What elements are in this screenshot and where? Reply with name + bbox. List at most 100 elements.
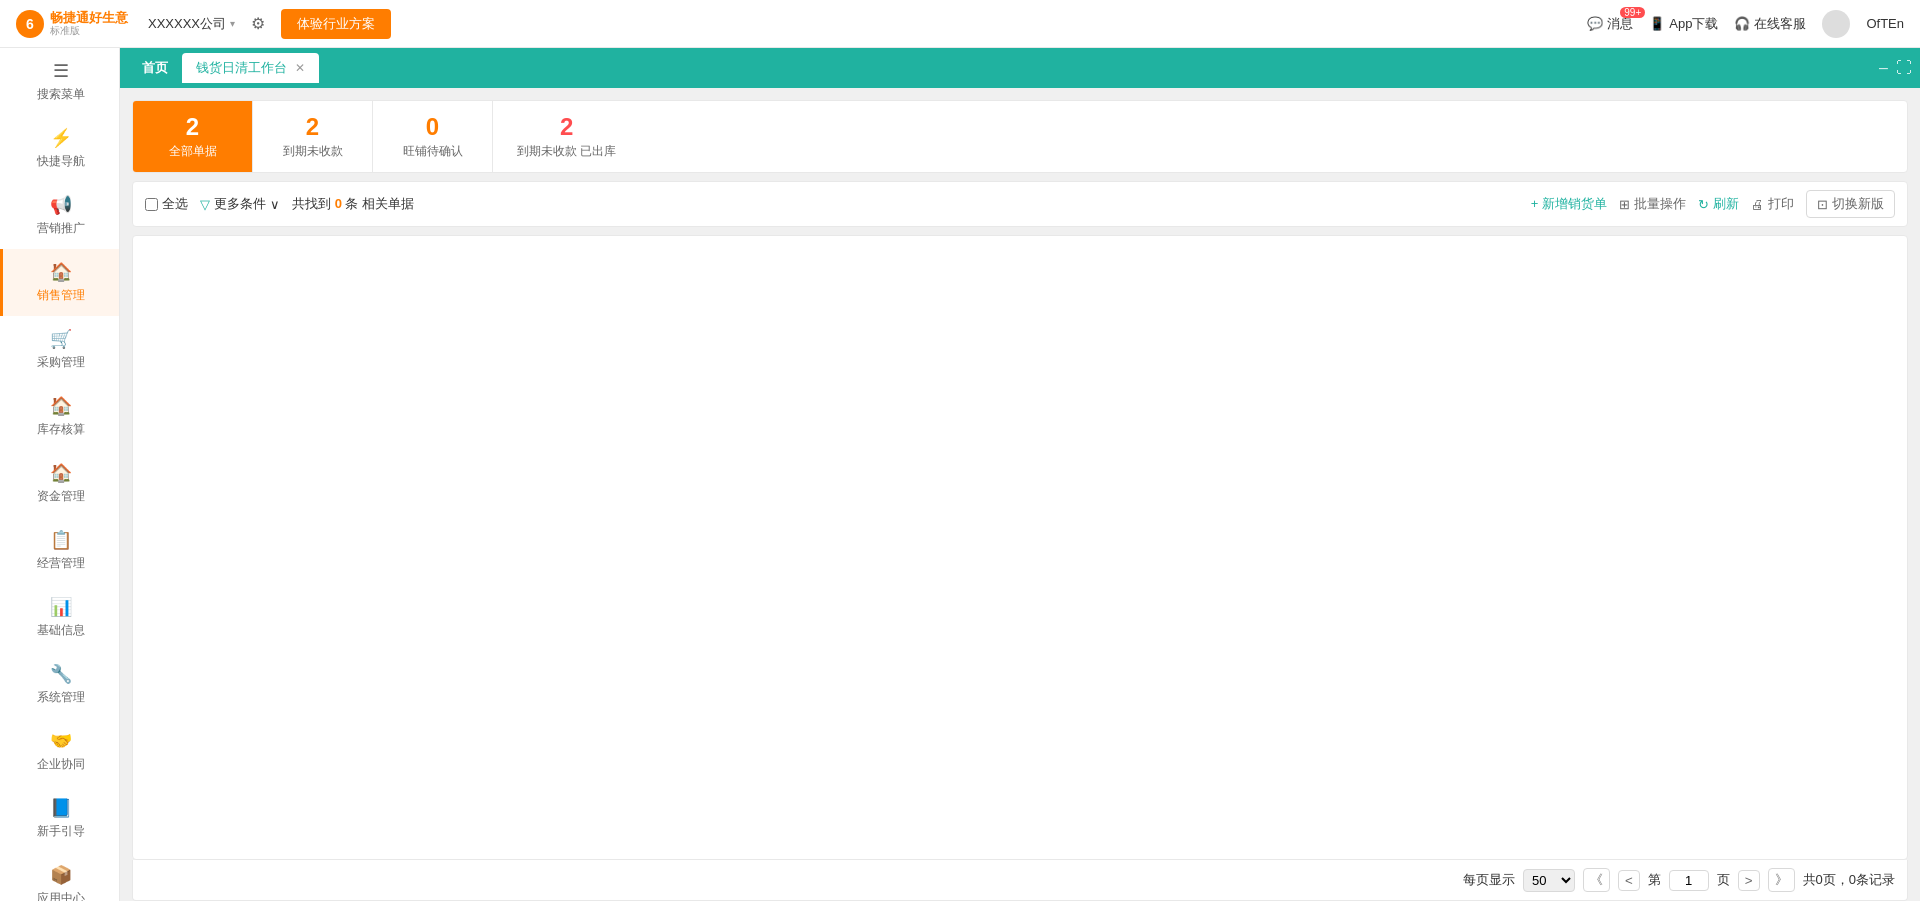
- message-icon: 💬: [1587, 16, 1603, 31]
- tab-actions: – ⛶: [1879, 59, 1912, 77]
- top-header: 6 畅捷通好生意 标准版 XXXXXX公司 ▾ ⚙ 体验行业方案 💬: [0, 0, 1920, 48]
- next-page-button[interactable]: >: [1738, 870, 1760, 891]
- stat-card-wangpu[interactable]: 0 旺铺待确认: [373, 101, 493, 172]
- service-icon: 🎧: [1734, 16, 1750, 31]
- page-total: 共0页，0条记录: [1803, 871, 1895, 889]
- chevron-down-icon: ▾: [230, 18, 235, 29]
- print-button[interactable]: 🖨 打印: [1751, 195, 1794, 213]
- sidebar-item-app-center[interactable]: 📦 应用中心: [0, 852, 119, 901]
- batch-operation-button[interactable]: ⊞ 批量操作: [1619, 195, 1686, 213]
- switch-icon: ⊡: [1817, 197, 1828, 212]
- brand-text: 畅捷通好生意 标准版: [50, 10, 128, 38]
- tab-close-icon[interactable]: ✕: [295, 61, 305, 75]
- page-number-input[interactable]: [1669, 870, 1709, 891]
- online-service-label: 在线客服: [1754, 15, 1806, 33]
- result-unit: 条: [345, 196, 358, 211]
- filter-label: 更多条件: [214, 195, 266, 213]
- select-all-input[interactable]: [145, 198, 158, 211]
- online-service-button[interactable]: 🎧 在线客服: [1734, 15, 1806, 33]
- stat-number-overdue-out: 2: [560, 113, 573, 141]
- stat-number-wangpu: 0: [426, 113, 439, 141]
- username-label[interactable]: OfTEn: [1866, 16, 1904, 31]
- sidebar-item-basic-info[interactable]: 📊 基础信息: [0, 584, 119, 651]
- result-count: 0: [335, 196, 342, 211]
- sidebar-item-purchase[interactable]: 🛒 采购管理: [0, 316, 119, 383]
- refresh-button[interactable]: ↻ 刷新: [1698, 195, 1739, 213]
- tab-minimize-button[interactable]: –: [1879, 59, 1888, 77]
- app-center-icon: 📦: [50, 864, 72, 886]
- sidebar-item-sales[interactable]: 🏠 销售管理: [0, 249, 119, 316]
- select-all-checkbox[interactable]: 全选: [145, 195, 188, 213]
- pagination: 每页显示 20 50 100 《 < 第 页 > 》 共0页，0条记录: [132, 860, 1908, 901]
- sidebar-item-finance[interactable]: 🏠 资金管理: [0, 450, 119, 517]
- company-name: XXXXXX公司: [148, 15, 226, 33]
- brand-title: 畅捷通好生意: [50, 10, 128, 26]
- content-area: 首页 钱货日清工作台 ✕ – ⛶ 2 全部单据: [120, 48, 1920, 901]
- sidebar-item-label: 搜索菜单: [37, 86, 85, 103]
- sidebar-item-label: 快捷导航: [37, 153, 85, 170]
- sidebar-item-inventory[interactable]: 🏠 库存核算: [0, 383, 119, 450]
- brand: 6 畅捷通好生意 标准版: [16, 10, 136, 38]
- prev-page-button[interactable]: <: [1618, 870, 1640, 891]
- sidebar-item-label: 企业协同: [37, 756, 85, 773]
- tab-home[interactable]: 首页: [128, 53, 182, 83]
- main-body: ☰ 搜索菜单 ⚡ 快捷导航 📢 营销推广 🏠 销售管理 🛒 采购管理 🏠 库: [0, 48, 1920, 901]
- batch-label: 批量操作: [1634, 195, 1686, 213]
- inventory-icon: 🏠: [50, 395, 72, 417]
- sidebar-item-marketing[interactable]: 📢 营销推广: [0, 182, 119, 249]
- sidebar-item-operation[interactable]: 📋 经营管理: [0, 517, 119, 584]
- last-page-button[interactable]: 》: [1768, 868, 1795, 892]
- sidebar-item-label: 销售管理: [37, 287, 85, 304]
- message-button[interactable]: 💬 消息 99+: [1587, 15, 1633, 33]
- avatar[interactable]: [1822, 10, 1850, 38]
- sidebar-item-guide[interactable]: 📘 新手引导: [0, 785, 119, 852]
- company-selector[interactable]: XXXXXX公司 ▾: [148, 15, 235, 33]
- stats-row: 2 全部单据 2 到期未收款 0 旺铺待确认 2 到期未收款 已出库: [132, 100, 1908, 173]
- experience-button[interactable]: 体验行业方案: [281, 9, 391, 39]
- switch-label: 切换新版: [1832, 195, 1884, 213]
- system-icon: 🔧: [50, 663, 72, 685]
- stat-label-wangpu: 旺铺待确认: [403, 143, 463, 160]
- sidebar: ☰ 搜索菜单 ⚡ 快捷导航 📢 营销推广 🏠 销售管理 🛒 采购管理 🏠 库: [0, 48, 120, 901]
- filter-icon: ▽: [200, 197, 210, 212]
- refresh-label: 刷新: [1713, 195, 1739, 213]
- tab-maximize-button[interactable]: ⛶: [1896, 59, 1912, 77]
- header-right: 💬 消息 99+ 📱 App下载 🎧 在线客服 OfTEn: [1587, 10, 1904, 38]
- first-page-button[interactable]: 《: [1583, 868, 1610, 892]
- filter-button[interactable]: ▽ 更多条件 ∨: [200, 195, 280, 213]
- mobile-icon: 📱: [1649, 16, 1665, 31]
- stat-label-overdue: 到期未收款: [283, 143, 343, 160]
- sidebar-item-system[interactable]: 🔧 系统管理: [0, 651, 119, 718]
- message-badge: 99+: [1620, 7, 1645, 18]
- related-label: 相关单据: [362, 196, 414, 211]
- switch-version-button[interactable]: ⊡ 切换新版: [1806, 190, 1895, 218]
- per-page-label: 每页显示: [1463, 871, 1515, 889]
- add-sales-order-button[interactable]: + 新增销货单: [1531, 195, 1607, 213]
- tab-bar: 首页 钱货日清工作台 ✕ – ⛶: [120, 48, 1920, 88]
- settings-button[interactable]: ⚙: [247, 10, 269, 37]
- stat-number-overdue: 2: [306, 113, 319, 141]
- batch-icon: ⊞: [1619, 197, 1630, 212]
- tab-workbench[interactable]: 钱货日清工作台 ✕: [182, 53, 319, 83]
- result-prefix: 共找到: [292, 196, 331, 211]
- stat-label-overdue-out: 到期未收款 已出库: [517, 143, 616, 160]
- stat-card-overdue[interactable]: 2 到期未收款: [253, 101, 373, 172]
- quick-nav-icon: ⚡: [50, 127, 72, 149]
- app-download-button[interactable]: 📱 App下载: [1649, 15, 1718, 33]
- sales-icon: 🏠: [50, 261, 72, 283]
- sidebar-item-search-menu[interactable]: ☰ 搜索菜单: [0, 48, 119, 115]
- sidebar-item-label: 应用中心: [37, 890, 85, 901]
- result-text: 共找到 0 条 相关单据: [292, 195, 414, 213]
- purchase-icon: 🛒: [50, 328, 72, 350]
- header-left: 6 畅捷通好生意 标准版 XXXXXX公司 ▾ ⚙ 体验行业方案: [16, 9, 391, 39]
- tab-workbench-label: 钱货日清工作台: [196, 59, 287, 77]
- per-page-select[interactable]: 20 50 100: [1523, 869, 1575, 892]
- stat-card-all[interactable]: 2 全部单据: [133, 101, 253, 172]
- sidebar-item-quick-nav[interactable]: ⚡ 快捷导航: [0, 115, 119, 182]
- operation-icon: 📋: [50, 529, 72, 551]
- stat-card-overdue-out[interactable]: 2 到期未收款 已出库: [493, 101, 640, 172]
- basic-info-icon: 📊: [50, 596, 72, 618]
- guide-icon: 📘: [50, 797, 72, 819]
- sidebar-item-enterprise-coop[interactable]: 🤝 企业协同: [0, 718, 119, 785]
- print-label: 打印: [1768, 195, 1794, 213]
